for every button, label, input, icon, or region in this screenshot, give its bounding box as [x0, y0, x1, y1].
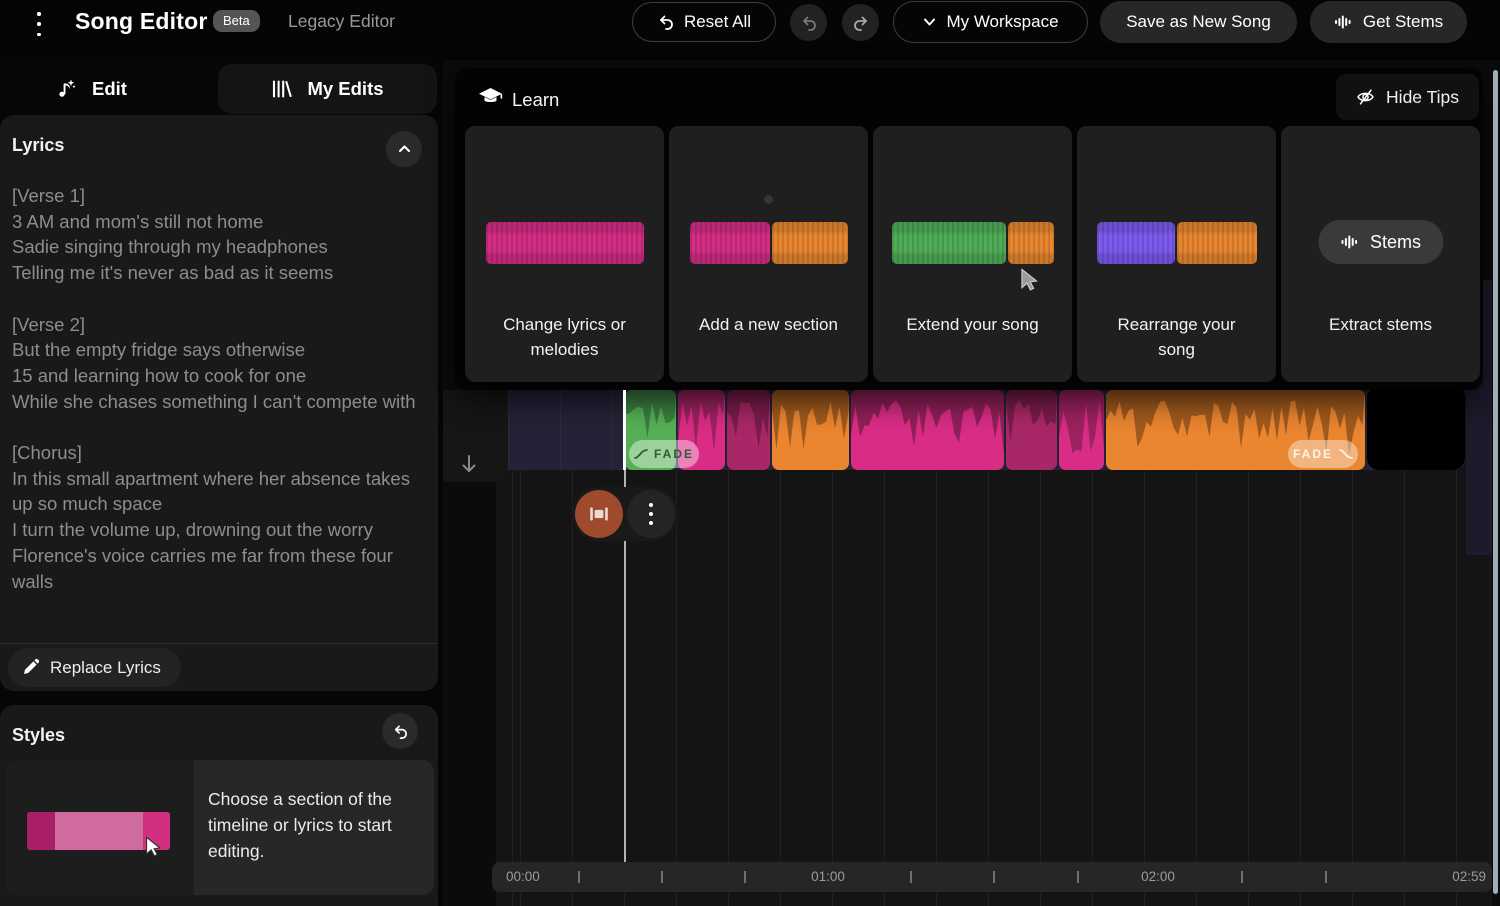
styles-tip-card: Choose a section of the timeline or lyri…	[5, 760, 434, 895]
stems-icon	[1340, 232, 1360, 252]
hide-tips-button[interactable]: Hide Tips	[1336, 74, 1479, 120]
lyrics-text[interactable]: [Verse 1] 3 AM and mom's still not home …	[12, 183, 420, 594]
undo-icon	[392, 723, 409, 740]
section-icon	[588, 503, 610, 525]
track-end-cap	[1367, 386, 1465, 470]
ruler-tick	[993, 871, 995, 883]
stems-icon	[1334, 12, 1354, 32]
styles-tip-text: Choose a section of the timeline or lyri…	[194, 760, 434, 895]
app-menu-kebab-icon[interactable]	[34, 12, 44, 36]
ruler-tick	[661, 871, 663, 883]
ruler-tick	[1325, 871, 1327, 883]
track-header	[443, 390, 508, 482]
fade-curve-icon	[634, 448, 648, 460]
timeline-segment[interactable]	[1006, 390, 1057, 470]
styles-reset-button[interactable]	[382, 713, 418, 749]
timeline-segment[interactable]	[772, 390, 849, 470]
chevron-up-icon	[397, 142, 412, 156]
learn-card-label: Extend your song	[873, 312, 1072, 337]
save-as-new-song-button[interactable]: Save as New Song	[1100, 1, 1297, 43]
time-ruler[interactable]: 00:00 01:00 02:00 02:59	[492, 862, 1492, 892]
ruler-tick	[910, 871, 912, 883]
replace-lyrics-button[interactable]: Replace Lyrics	[8, 648, 181, 687]
cursor-pointer-icon	[143, 836, 163, 863]
fade-curve-icon	[1339, 448, 1353, 460]
eye-off-icon	[1356, 88, 1375, 106]
drag-dot	[764, 195, 773, 204]
styles-title: Styles	[12, 725, 65, 746]
learn-card-label: Add a new section	[669, 312, 868, 337]
learn-card-label: Rearrange your song	[1077, 312, 1276, 362]
waveform-thumbnail	[873, 222, 1072, 264]
tab-my-edits-label: My Edits	[307, 78, 383, 100]
page-title: Song Editor	[75, 8, 208, 35]
styles-tip-thumbnail	[5, 760, 194, 895]
top-bar: Song Editor Beta Legacy Editor Reset All…	[0, 0, 1500, 60]
learn-card[interactable]: Rearrange your song	[1077, 126, 1276, 382]
down-arrow-icon[interactable]	[459, 454, 479, 481]
styles-panel: Styles Choose a section of the timeline …	[0, 705, 438, 906]
ruler-time-label: 01:00	[811, 869, 845, 884]
waveform-thumbnail	[465, 222, 664, 264]
undo-button[interactable]	[790, 4, 827, 41]
ruler-time-label: 02:00	[1141, 869, 1175, 884]
ruler-tick	[1077, 871, 1079, 883]
pencil-icon	[22, 659, 39, 676]
legacy-editor-link[interactable]: Legacy Editor	[288, 11, 395, 32]
learn-card-label: Extract stems	[1281, 312, 1480, 337]
learn-card[interactable]: Change lyrics or melodies	[465, 126, 664, 382]
ruler-tick	[744, 871, 746, 883]
ruler-time-label: 02:59	[1452, 869, 1486, 884]
lyrics-panel: Lyrics [Verse 1] 3 AM and mom's still no…	[0, 115, 438, 691]
learn-card-label: Change lyrics or melodies	[465, 312, 664, 362]
song-editor-app: Song Editor Beta Legacy Editor Reset All…	[0, 0, 1500, 906]
section-marker-button[interactable]	[575, 490, 623, 538]
learn-panel: Learn Hide Tips Change lyrics or melodie…	[455, 68, 1483, 390]
undo-icon	[800, 14, 818, 32]
get-stems-button[interactable]: Get Stems	[1310, 1, 1467, 43]
reset-all-button[interactable]: Reset All	[632, 2, 776, 42]
beta-badge: Beta	[213, 10, 260, 32]
section-controls	[572, 487, 678, 541]
learn-card[interactable]: Add a new section	[669, 126, 868, 382]
cursor-pointer-icon	[1019, 268, 1039, 297]
ruler-tick	[578, 871, 580, 883]
learn-title: Learn	[512, 89, 559, 111]
music-note-sparkle-icon	[55, 78, 77, 100]
lyrics-title: Lyrics	[12, 135, 64, 156]
playhead[interactable]	[623, 390, 626, 470]
tab-my-edits[interactable]: My Edits	[218, 64, 437, 114]
waveform-thumbnail	[669, 222, 868, 264]
timeline-segment[interactable]	[1059, 390, 1104, 470]
redo-button[interactable]	[842, 4, 879, 41]
lyrics-collapse-button[interactable]	[386, 131, 422, 167]
waveform-thumbnail	[1077, 222, 1276, 264]
fade-badge[interactable]: FADE	[1288, 440, 1358, 468]
ruler-tick	[1241, 871, 1243, 883]
redo-icon	[852, 14, 870, 32]
vertical-scrollbar[interactable]	[1493, 70, 1498, 894]
undo-icon	[657, 13, 675, 31]
graduation-cap-icon	[477, 85, 504, 110]
timeline-segment[interactable]	[727, 390, 770, 470]
stems-pill-button[interactable]: Stems	[1318, 220, 1443, 264]
tab-edit[interactable]: Edit	[55, 70, 127, 108]
timeline-segment[interactable]	[851, 390, 1004, 470]
section-menu-kebab-button[interactable]	[627, 490, 675, 538]
learn-card[interactable]: Extend your song	[873, 126, 1072, 382]
workspace-dropdown[interactable]: My Workspace	[893, 1, 1088, 43]
learn-card[interactable]: Stems Extract stems	[1281, 126, 1480, 382]
chevron-down-icon	[922, 15, 937, 29]
ruler-time-label: 00:00	[506, 869, 540, 884]
fade-badge[interactable]: FADE	[629, 440, 699, 468]
divider	[0, 643, 438, 644]
library-icon	[271, 79, 293, 99]
tab-edit-label: Edit	[92, 78, 127, 100]
